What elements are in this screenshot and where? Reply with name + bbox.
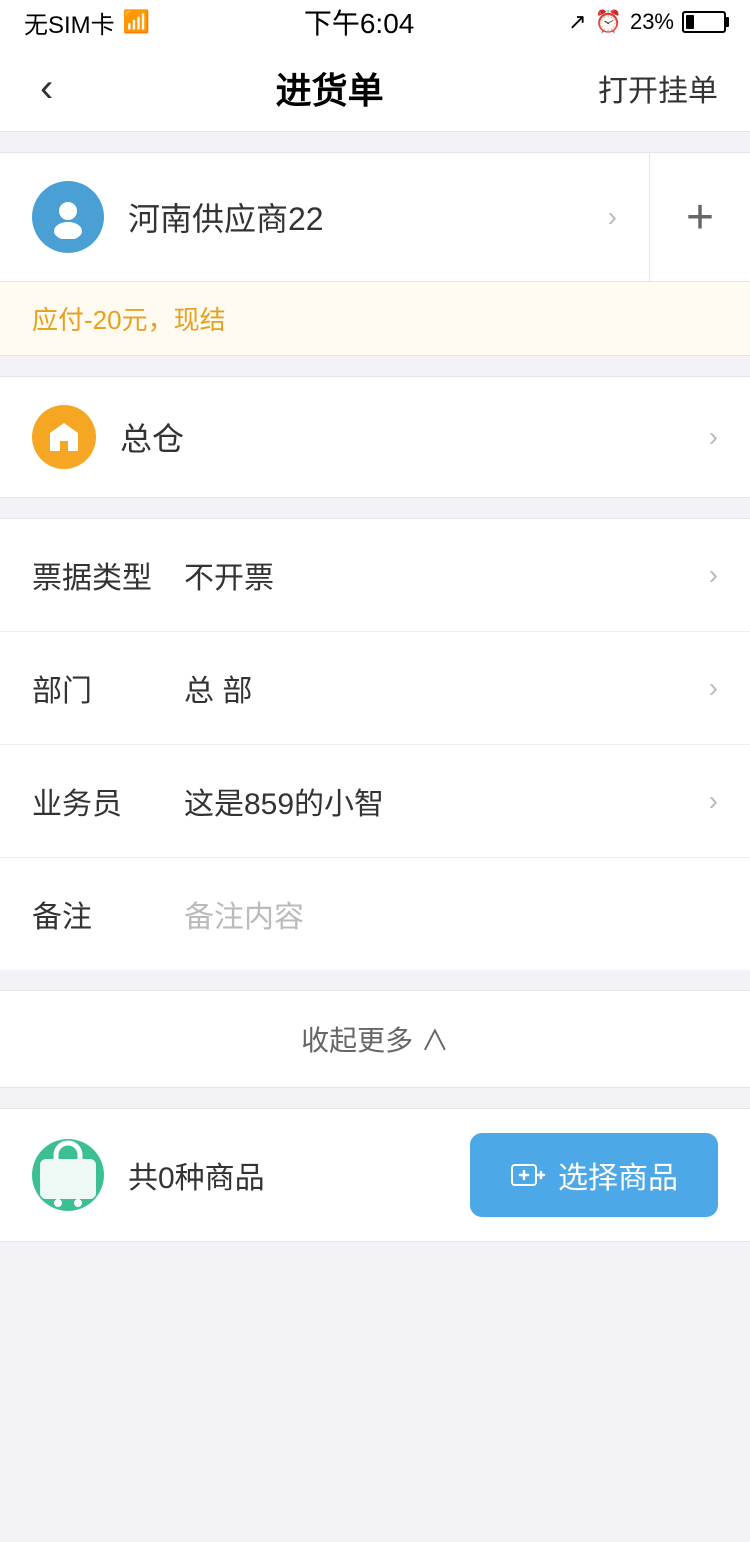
nav-bar: ‹ 进货单 打开挂单 — [0, 44, 750, 132]
supplier-chevron-icon: › — [608, 201, 617, 233]
invoice-type-value: 不开票 — [152, 553, 701, 597]
collapse-label: 收起更多 ∧ — [301, 1025, 449, 1056]
supplier-name: 河南供应商22 — [128, 194, 600, 240]
battery-label: 23% — [630, 9, 674, 35]
open-pending-button[interactable]: 打开挂单 — [598, 66, 718, 110]
department-label: 部门 — [32, 666, 152, 710]
salesperson-chevron-icon: › — [709, 785, 718, 817]
warehouse-icon — [32, 405, 96, 469]
product-footer: 共0种商品 选择商品 — [0, 1108, 750, 1242]
department-chevron-icon: › — [709, 672, 718, 704]
product-count-label: 共0种商品 — [128, 1153, 470, 1197]
remark-input[interactable]: 备注内容 — [152, 892, 718, 936]
status-bar: 无SIM卡 📶 下午6:04 ↗ ⏰ 23% — [0, 0, 750, 44]
time-label: 下午6:04 — [304, 2, 415, 42]
select-product-button[interactable]: 选择商品 — [470, 1133, 718, 1217]
department-value: 总 部 — [152, 666, 701, 710]
page-title: 进货单 — [276, 62, 384, 114]
invoice-type-label: 票据类型 — [32, 553, 152, 597]
warehouse-chevron-icon: › — [709, 421, 718, 453]
remark-label: 备注 — [32, 892, 152, 936]
alarm-icon: ⏰ — [595, 9, 622, 35]
status-right: ↗ ⏰ 23% — [568, 9, 726, 35]
add-product-icon — [510, 1157, 546, 1193]
department-row[interactable]: 部门 总 部 › — [0, 632, 750, 745]
salesperson-row[interactable]: 业务员 这是859的小智 › — [0, 745, 750, 858]
wifi-icon: 📶 — [123, 9, 150, 35]
salesperson-label: 业务员 — [32, 779, 152, 823]
form-section: 票据类型 不开票 › 部门 总 部 › 业务员 这是859的小智 › 备注 备注… — [0, 518, 750, 970]
house-icon — [46, 419, 82, 455]
person-icon — [46, 195, 90, 239]
carrier-label: 无SIM卡 — [24, 5, 115, 40]
product-icon — [32, 1139, 104, 1211]
notice-banner: 应付-20元，现结 — [0, 282, 750, 356]
invoice-type-chevron-icon: › — [709, 559, 718, 591]
supplier-selector[interactable]: 河南供应商22 › — [0, 153, 650, 281]
bottom-spacer — [0, 1242, 750, 1542]
add-supplier-button[interactable]: + — [650, 153, 750, 281]
select-product-label: 选择商品 — [558, 1153, 678, 1197]
battery-indicator — [682, 11, 726, 33]
status-left: 无SIM卡 📶 — [24, 5, 150, 40]
supplier-section: 河南供应商22 › + — [0, 152, 750, 282]
remark-row[interactable]: 备注 备注内容 — [0, 858, 750, 970]
invoice-type-row[interactable]: 票据类型 不开票 › — [0, 519, 750, 632]
gps-icon: ↗ — [568, 9, 586, 35]
notice-text: 应付-20元，现结 — [32, 305, 226, 335]
supplier-avatar — [32, 181, 104, 253]
warehouse-selector[interactable]: 总仓 › — [0, 376, 750, 498]
cart-icon — [32, 1139, 104, 1211]
back-button[interactable]: ‹ — [32, 60, 61, 116]
collapse-button[interactable]: 收起更多 ∧ — [0, 990, 750, 1088]
salesperson-value: 这是859的小智 — [152, 779, 701, 823]
warehouse-name: 总仓 — [120, 414, 701, 460]
